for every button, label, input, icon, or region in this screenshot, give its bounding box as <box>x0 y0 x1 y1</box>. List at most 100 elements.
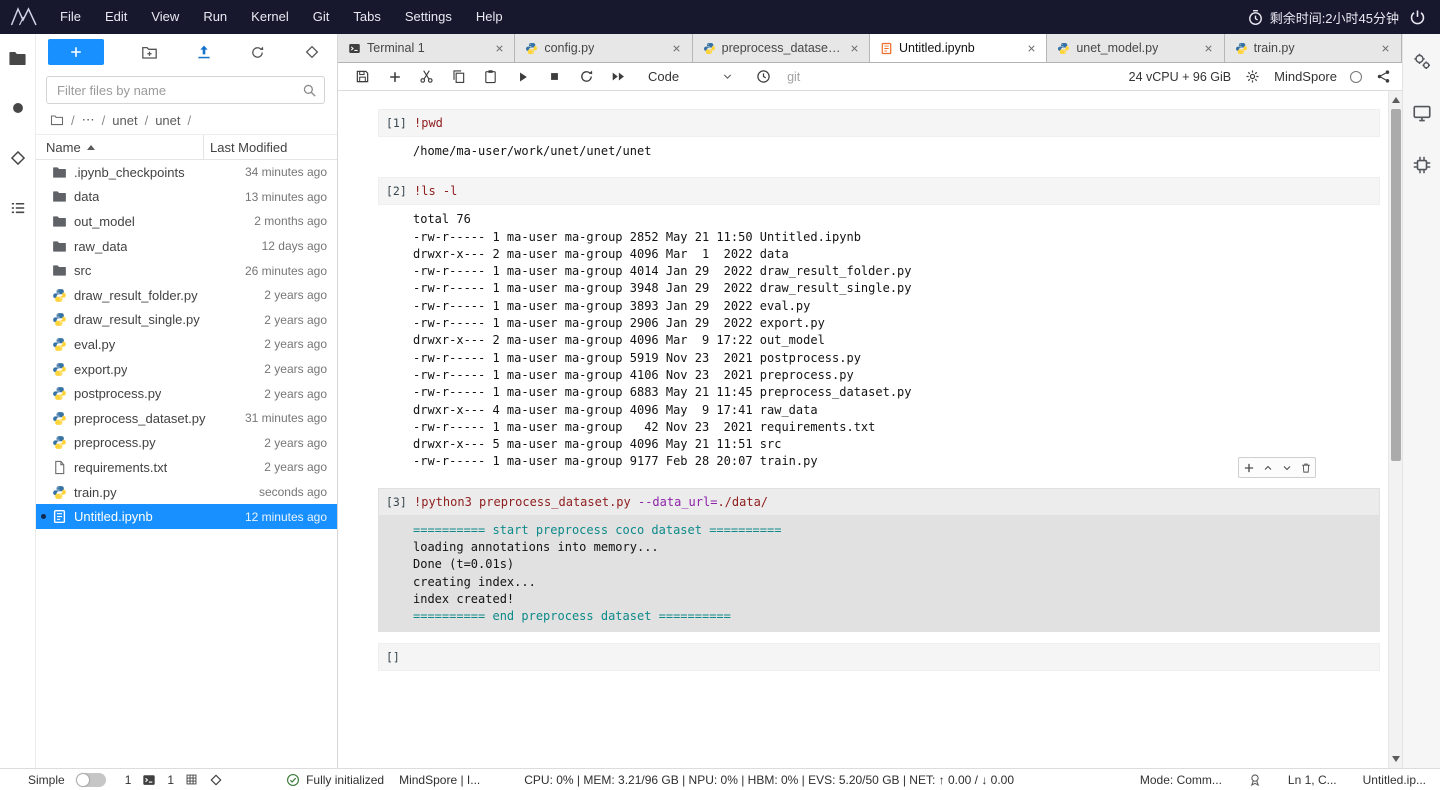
home-folder-icon[interactable] <box>50 113 64 127</box>
delete-cell-button[interactable] <box>1296 458 1315 477</box>
tab-train-py[interactable]: train.py <box>1224 34 1402 62</box>
file-row[interactable]: draw_result_folder.py 2 years ago <box>36 283 337 308</box>
sidebar-tab-table-of-contents[interactable] <box>6 196 30 220</box>
editor-mode[interactable]: Mode: Comm... <box>1140 773 1222 787</box>
python-icon <box>52 337 67 352</box>
menu-tabs[interactable]: Tabs <box>341 0 392 34</box>
new-folder-button[interactable] <box>140 42 158 62</box>
kernel-status-text[interactable]: MindSpore | I... <box>399 773 480 787</box>
menu-git[interactable]: Git <box>301 0 342 34</box>
menu-edit[interactable]: Edit <box>93 0 139 34</box>
close-icon[interactable] <box>1202 41 1216 55</box>
power-button[interactable] <box>1409 9 1426 26</box>
history-clock-button[interactable] <box>755 68 772 85</box>
notebook-cell-2[interactable]: [2] !ls -l total 76 -rw-r----- 1 ma-user… <box>378 177 1380 476</box>
python-icon <box>52 362 67 377</box>
tab-terminal-1[interactable]: Terminal 1 <box>338 34 516 62</box>
paste-cell-button[interactable] <box>482 68 499 85</box>
column-header-name[interactable]: Name <box>36 135 204 159</box>
move-cell-down-button[interactable] <box>1277 458 1296 477</box>
move-cell-up-button[interactable] <box>1258 458 1277 477</box>
notebook-cell-3-selected[interactable]: [3] !python3 preprocess_dataset.py --dat… <box>378 487 1380 632</box>
notebook-cell-4-empty[interactable]: [] <box>378 642 1380 671</box>
tab-untitled-ipynb[interactable]: Untitled.ipynb <box>869 34 1048 62</box>
share-button[interactable] <box>1375 68 1392 85</box>
cell-input[interactable]: [2] !ls -l <box>378 177 1380 206</box>
vertical-scrollbar[interactable] <box>1388 91 1402 768</box>
menu-help[interactable]: Help <box>464 0 515 34</box>
cursor-position[interactable]: Ln 1, C... <box>1288 773 1337 787</box>
close-icon[interactable] <box>848 41 861 55</box>
menu-settings[interactable]: Settings <box>393 0 464 34</box>
breadcrumb-unet-1[interactable]: unet <box>112 113 137 128</box>
refresh-button[interactable] <box>249 42 267 62</box>
file-row[interactable]: train.py seconds ago <box>36 480 337 505</box>
file-row[interactable]: postprocess.py 2 years ago <box>36 381 337 406</box>
menu-run[interactable]: Run <box>191 0 239 34</box>
column-header-last-modified[interactable]: Last Modified <box>204 140 337 155</box>
notebook-cell-1[interactable]: [1] !pwd /home/ma-user/work/unet/unet/un… <box>378 109 1380 166</box>
trusted-badge-icon[interactable] <box>1248 773 1262 787</box>
restart-kernel-button[interactable] <box>578 68 595 85</box>
simple-mode-toggle[interactable] <box>75 772 106 787</box>
copy-cell-button[interactable] <box>450 68 467 85</box>
sidebar-tab-running-sessions[interactable] <box>6 96 30 120</box>
file-row[interactable]: out_model 2 months ago <box>36 209 337 234</box>
filter-files-input[interactable] <box>46 76 325 104</box>
cell-input[interactable]: [1] !pwd <box>378 109 1380 137</box>
scrollbar-thumb[interactable] <box>1391 109 1401 462</box>
file-row[interactable]: src 26 minutes ago <box>36 258 337 283</box>
save-button[interactable] <box>354 68 371 85</box>
scroll-up-arrow[interactable] <box>1389 93 1402 107</box>
interrupt-kernel-button[interactable] <box>546 68 563 85</box>
cell-input[interactable]: [] <box>378 642 1380 671</box>
close-icon[interactable] <box>1379 41 1393 55</box>
cut-cell-button[interactable] <box>418 68 435 85</box>
file-row[interactable]: raw_data 12 days ago <box>36 234 337 259</box>
run-cell-button[interactable] <box>514 68 531 85</box>
menu-kernel[interactable]: Kernel <box>239 0 301 34</box>
close-icon[interactable] <box>670 41 684 55</box>
restart-run-all-button[interactable] <box>610 68 627 85</box>
kernel-sessions-icon[interactable] <box>185 773 198 786</box>
tab-config-py[interactable]: config.py <box>515 34 693 62</box>
file-row[interactable]: export.py 2 years ago <box>36 357 337 382</box>
terminal-icon[interactable] <box>142 773 156 787</box>
upload-button[interactable] <box>195 42 213 62</box>
close-icon[interactable] <box>1024 41 1038 55</box>
cell-input[interactable]: [3] !python3 preprocess_dataset.py --dat… <box>378 487 1380 516</box>
kernel-count[interactable]: 1 <box>167 773 174 787</box>
new-launcher-button[interactable] <box>48 39 105 65</box>
file-row[interactable]: eval.py 2 years ago <box>36 332 337 357</box>
notebook-area[interactable]: [1] !pwd /home/ma-user/work/unet/unet/un… <box>338 91 1402 768</box>
file-row[interactable]: draw_result_single.py 2 years ago <box>36 308 337 333</box>
menu-file[interactable]: File <box>48 0 93 34</box>
git-clone-button[interactable] <box>303 42 321 62</box>
kernel-status-indicator[interactable] <box>1350 70 1362 83</box>
file-row[interactable]: requirements.txt 2 years ago <box>36 455 337 480</box>
tab-unet-model-py[interactable]: unet_model.py <box>1047 34 1225 62</box>
breadcrumb-unet-2[interactable]: unet <box>155 113 180 128</box>
file-row-selected[interactable]: Untitled.ipynb 12 minutes ago <box>36 504 337 529</box>
file-row[interactable]: preprocess_dataset.py 31 minutes ago <box>36 406 337 431</box>
scroll-down-arrow[interactable] <box>1389 752 1402 766</box>
sidebar-tab-file-browser[interactable] <box>6 46 30 70</box>
git-status-icon[interactable] <box>209 773 223 787</box>
sidebar-tab-git[interactable] <box>6 146 30 170</box>
breadcrumb-ellipsis[interactable]: ⋯ <box>82 112 95 128</box>
file-row[interactable]: data 13 minutes ago <box>36 185 337 210</box>
terminal-count[interactable]: 1 <box>125 773 132 787</box>
file-row[interactable]: .ipynb_checkpoints 34 minutes ago <box>36 160 337 185</box>
file-row[interactable]: preprocess.py 2 years ago <box>36 431 337 456</box>
right-tab-sessions-gears-icon[interactable] <box>1411 50 1433 72</box>
tab-preprocess-dataset-py[interactable]: preprocess_dataset.py <box>692 34 870 62</box>
close-icon[interactable] <box>492 41 506 55</box>
cell-type-select[interactable]: Code <box>642 67 740 86</box>
insert-cell-button[interactable] <box>1239 458 1258 477</box>
right-tab-debugger-chip-icon[interactable] <box>1411 154 1433 176</box>
menu-view[interactable]: View <box>139 0 191 34</box>
add-cell-button[interactable] <box>386 68 403 85</box>
settings-gear-button[interactable] <box>1244 68 1261 85</box>
kernel-name[interactable]: MindSpore <box>1274 69 1337 84</box>
right-tab-resource-monitor-icon[interactable] <box>1411 102 1433 124</box>
